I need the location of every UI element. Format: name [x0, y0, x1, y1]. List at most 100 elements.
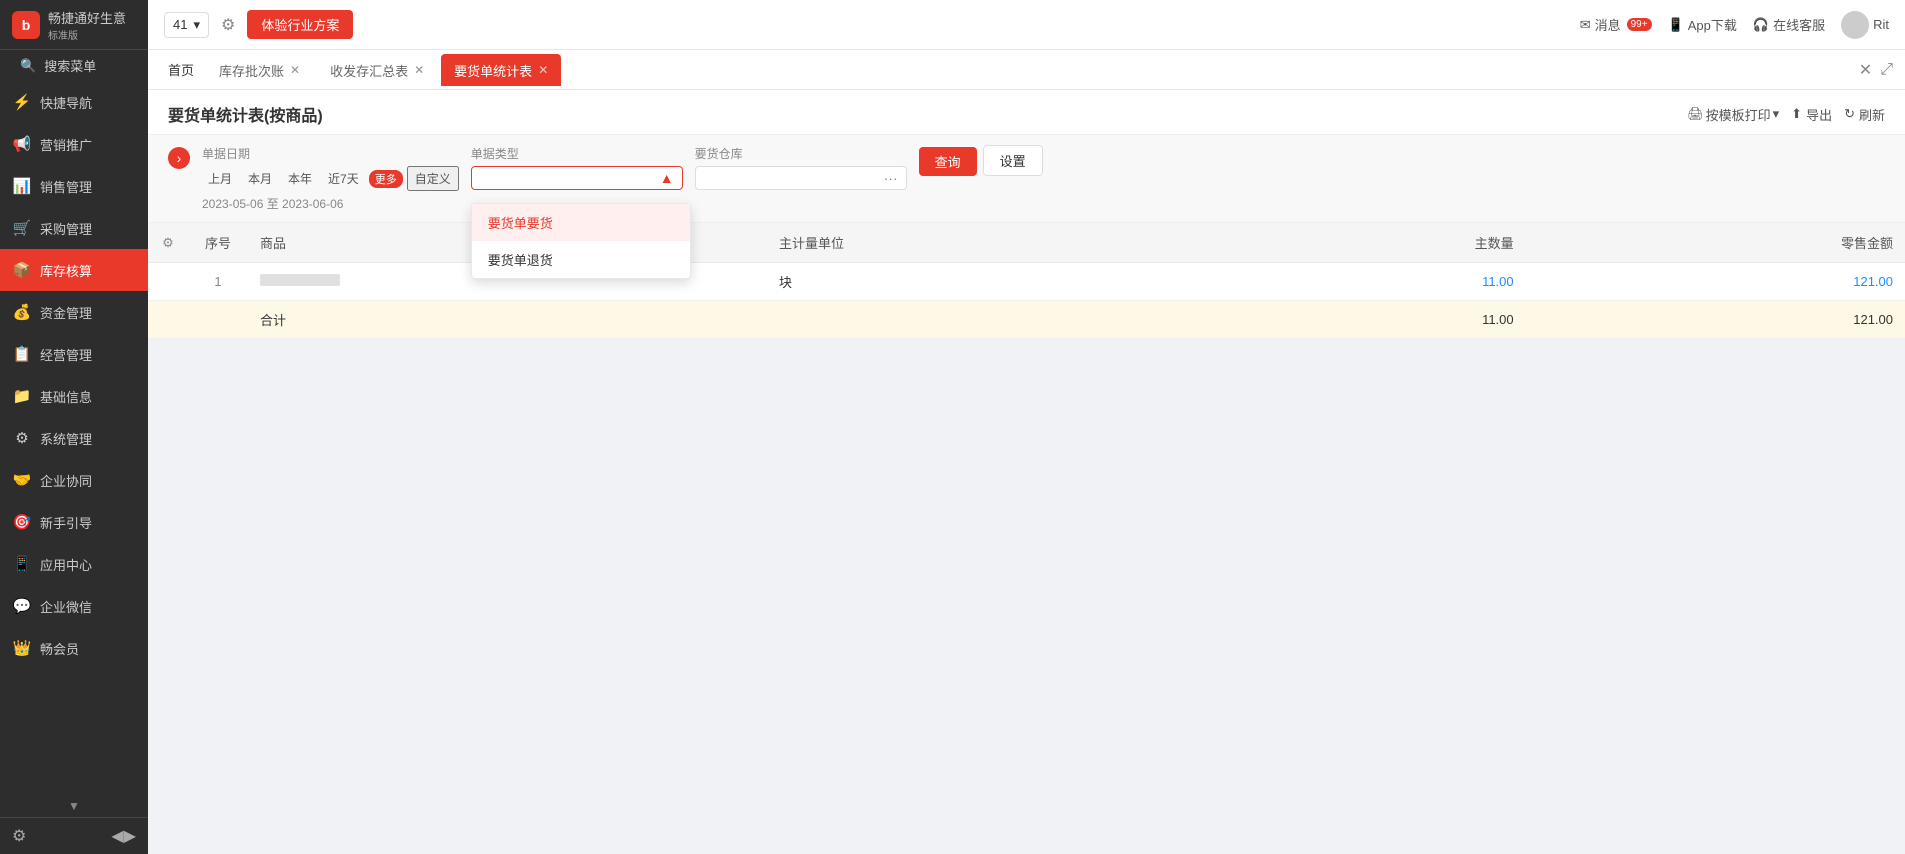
tab-receivable-summary-close[interactable]: ✕	[414, 63, 424, 77]
order-type-dropdown: 要货单要货 要货单退货	[471, 203, 691, 279]
tab-receivable-summary[interactable]: 收发存汇总表 ✕	[317, 54, 437, 86]
export-label: 导出	[1806, 105, 1832, 124]
sidebar-item-marketing[interactable]: 📢 营销推广	[0, 123, 148, 165]
preset-this-year[interactable]: 本年	[282, 168, 318, 189]
export-button[interactable]: ⬆ 导出	[1791, 105, 1832, 124]
sidebar-item-finance[interactable]: 💰 资金管理	[0, 291, 148, 333]
tab-requisition-stats-close[interactable]: ✕	[538, 63, 548, 77]
tab-batch-account[interactable]: 库存批次账 ✕	[206, 54, 313, 86]
preset-last-7-days[interactable]: 近7天	[322, 168, 365, 189]
filter-bar: › 单据日期 上月 本月 本年 近7天 更多 自定义 20	[148, 134, 1905, 223]
service-icon: 🎧	[1753, 17, 1769, 33]
refresh-button[interactable]: ↻ 刷新	[1844, 105, 1885, 124]
preset-more[interactable]: 更多	[369, 170, 403, 188]
sidebar-item-purchase[interactable]: 🛒 采购管理	[0, 207, 148, 249]
user-name: Rit	[1873, 17, 1889, 32]
page-title: 要货单统计表(按商品)	[168, 102, 323, 126]
logo-text-block: 畅捷通好生意 标准版	[48, 8, 126, 42]
sidebar-item-system[interactable]: ⚙ 系统管理	[0, 417, 148, 459]
filter-expand-button[interactable]: ›	[168, 147, 190, 169]
preset-custom[interactable]: 自定义	[407, 166, 459, 191]
filter-settings-button[interactable]: 设置	[983, 145, 1043, 176]
app-download-button[interactable]: 📱 App下载	[1668, 15, 1737, 34]
dropdown-item-return[interactable]: 要货单退货	[472, 241, 690, 278]
close-all-icon[interactable]: ✕	[1859, 60, 1872, 80]
col-unit: 主计量单位	[767, 223, 1211, 263]
sidebar-item-appstore[interactable]: 📱 应用中心	[0, 543, 148, 585]
guide-label: 新手引导	[40, 513, 92, 532]
tab-bar-right: ✕ ⤢	[1859, 60, 1893, 80]
sidebar: b 畅捷通好生意 标准版 🔍 搜索菜单 ⚡ 快捷导航 📢 营销推广 📊 销售管理…	[0, 0, 148, 854]
goods-placeholder	[260, 274, 340, 286]
date-filter-group: 单据日期 上月 本月 本年 近7天 更多 自定义 2023-05-06 至 20…	[202, 145, 459, 212]
page-inner: 要货单统计表(按商品) 🖨 按模板打印 ▾ ⬆ 导出 ↻ 刷新	[148, 90, 1905, 339]
sidebar-item-wechat[interactable]: 💬 企业微信	[0, 585, 148, 627]
operations-label: 经营管理	[40, 345, 92, 364]
system-icon: ⚙	[12, 428, 32, 448]
cell-amount[interactable]: 121.00	[1526, 263, 1905, 301]
member-label: 畅会员	[40, 639, 79, 658]
warehouse-input[interactable]	[704, 171, 880, 186]
messages-badge: 99+	[1627, 18, 1652, 31]
print-button[interactable]: 🖨 按模板打印 ▾	[1687, 105, 1779, 124]
online-service-button[interactable]: 🎧 在线客服	[1753, 15, 1825, 34]
preset-this-month[interactable]: 本月	[242, 168, 278, 189]
user-menu[interactable]: Rit	[1841, 11, 1889, 39]
tab-requisition-stats[interactable]: 要货单统计表 ✕	[441, 54, 561, 86]
settings-icon[interactable]: ⚙	[12, 826, 26, 846]
tab-batch-account-close[interactable]: ✕	[290, 63, 300, 77]
order-type-select[interactable]: ▲	[471, 166, 683, 190]
sidebar-item-basic[interactable]: 📁 基础信息	[0, 375, 148, 417]
search-menu[interactable]: 🔍 搜索菜单	[0, 50, 148, 81]
sidebar-item-member[interactable]: 👑 畅会员	[0, 627, 148, 669]
tab-home[interactable]: 首页	[160, 54, 202, 85]
tab-requisition-stats-label: 要货单统计表	[454, 61, 532, 80]
print-dropdown-icon: ▾	[1773, 106, 1780, 122]
header-gear-button[interactable]: ⚙	[221, 15, 235, 35]
collapse-icon[interactable]: ◀▶	[111, 826, 136, 846]
sidebar-item-operations[interactable]: 📋 经营管理	[0, 333, 148, 375]
table-body: 1 块 11.00 121.00	[148, 263, 1905, 301]
sidebar-item-sales[interactable]: 📊 销售管理	[0, 165, 148, 207]
data-table: ⚙ 序号 商品 主计量单位 主数量 零售金额 1	[148, 223, 1905, 339]
query-button[interactable]: 查询	[919, 147, 977, 176]
print-icon: 🖨	[1687, 106, 1704, 122]
dropdown-item-requisition[interactable]: 要货单要货	[472, 204, 690, 241]
warehouse-select[interactable]: ···	[695, 166, 907, 190]
sidebar-item-guide[interactable]: 🎯 新手引导	[0, 501, 148, 543]
table-settings-icon[interactable]: ⚙	[162, 235, 174, 250]
company-selector[interactable]: 41 ▾	[164, 12, 209, 38]
sidebar-nav: ⚡ 快捷导航 📢 营销推广 📊 销售管理 🛒 采购管理 📦 库存核算 💰 资金管…	[0, 81, 148, 795]
table-header: ⚙ 序号 商品 主计量单位 主数量 零售金额	[148, 223, 1905, 263]
page-content: 要货单统计表(按商品) 🖨 按模板打印 ▾ ⬆ 导出 ↻ 刷新	[148, 90, 1905, 854]
sidebar-item-inventory[interactable]: 📦 库存核算	[0, 249, 148, 291]
search-menu-label: 搜索菜单	[44, 56, 96, 75]
messages-button[interactable]: ✉ 消息 99+	[1580, 15, 1652, 34]
order-type-label: 单据类型	[471, 145, 683, 162]
app-download-label: App下载	[1688, 15, 1737, 34]
expand-icon[interactable]: ⤢	[1880, 61, 1893, 79]
summary-empty-3	[767, 301, 1211, 339]
purchase-icon: 🛒	[12, 218, 32, 238]
page-title-actions: 🖨 按模板打印 ▾ ⬆ 导出 ↻ 刷新	[1687, 105, 1885, 124]
summary-amount: 121.00	[1526, 301, 1905, 339]
basic-label: 基础信息	[40, 387, 92, 406]
trial-button[interactable]: 体验行业方案	[247, 10, 353, 39]
order-type-input[interactable]	[480, 171, 656, 186]
cell-qty[interactable]: 11.00	[1211, 263, 1525, 301]
filter-actions: 查询 设置	[919, 145, 1043, 178]
main-content: 41 ▾ ⚙ 体验行业方案 ✉ 消息 99+ 📱 App下载 🎧 在线客服 R	[148, 0, 1905, 854]
order-type-filter-group: 单据类型 ▲ 要货单要货 要货单退货	[471, 145, 683, 190]
table-container: ⚙ 序号 商品 主计量单位 主数量 零售金额 1	[148, 223, 1905, 339]
date-filter-label: 单据日期	[202, 145, 459, 162]
appstore-label: 应用中心	[40, 555, 92, 574]
warehouse-more-icon: ···	[884, 170, 898, 186]
tab-batch-account-label: 库存批次账	[219, 61, 284, 80]
sidebar-item-quick-nav[interactable]: ⚡ 快捷导航	[0, 81, 148, 123]
warehouse-label: 要货仓库	[695, 145, 907, 162]
summary-row: 合计 11.00 121.00	[148, 301, 1905, 339]
preset-last-month[interactable]: 上月	[202, 168, 238, 189]
sidebar-scroll-down[interactable]: ▼	[0, 795, 148, 817]
sidebar-item-enterprise[interactable]: 🤝 企业协同	[0, 459, 148, 501]
messages-label: 消息	[1595, 15, 1621, 34]
